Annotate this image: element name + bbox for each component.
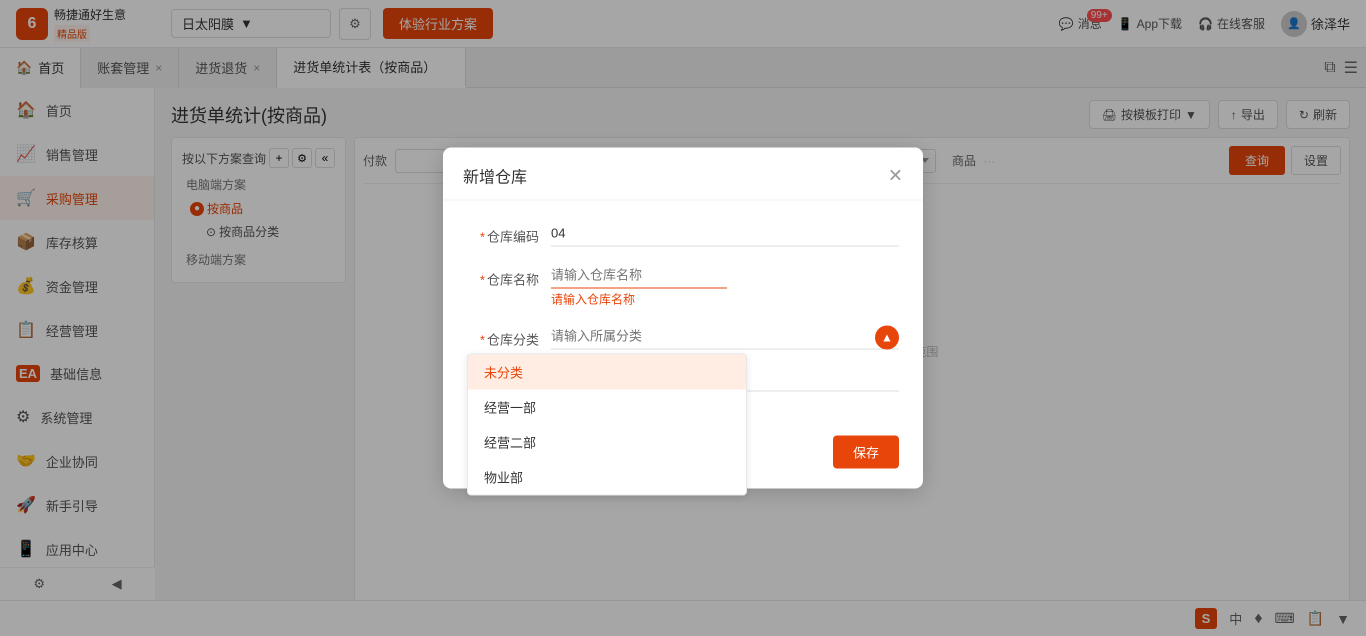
- category-dropdown-list: 未分类 经营一部 经营二部 物业部: [467, 354, 747, 496]
- modal-body: *仓库编码 *仓库名称 请输入仓库名称 *仓库分类 ▲: [443, 201, 923, 428]
- form-row-category: *仓库分类 ▲ 未分类 经营一部 经营二部 物业部: [467, 324, 899, 350]
- form-row-name: *仓库名称 请输入仓库名称: [467, 263, 899, 308]
- code-input[interactable]: [551, 221, 899, 247]
- category-input[interactable]: [551, 324, 899, 350]
- dropdown-item-unclassified[interactable]: 未分类: [468, 355, 746, 390]
- save-button[interactable]: 保存: [833, 436, 899, 469]
- modal-title: 新增仓库: [463, 164, 527, 188]
- modal-close-button[interactable]: ✕: [888, 165, 903, 186]
- name-error-message: 请输入仓库名称: [551, 293, 635, 307]
- dropdown-item-dept1[interactable]: 经营一部: [468, 390, 746, 425]
- modal-header: 新增仓库 ✕: [443, 148, 923, 201]
- name-input[interactable]: [551, 263, 727, 289]
- code-label: *仓库编码: [467, 221, 539, 246]
- form-row-code: *仓库编码: [467, 221, 899, 247]
- name-label: *仓库名称: [467, 263, 539, 288]
- form-row-name-inner: *仓库名称: [467, 263, 727, 289]
- name-error-row: 请输入仓库名称: [467, 291, 635, 308]
- category-dropdown: ▲ 未分类 经营一部 经营二部 物业部: [551, 324, 899, 350]
- category-toggle-button[interactable]: ▲: [875, 326, 899, 350]
- dropdown-item-property[interactable]: 物业部: [468, 460, 746, 495]
- category-label: *仓库分类: [467, 324, 539, 349]
- new-warehouse-modal: 新增仓库 ✕ *仓库编码 *仓库名称 请输入仓库名称 *仓库分类: [443, 148, 923, 489]
- dropdown-item-dept2[interactable]: 经营二部: [468, 425, 746, 460]
